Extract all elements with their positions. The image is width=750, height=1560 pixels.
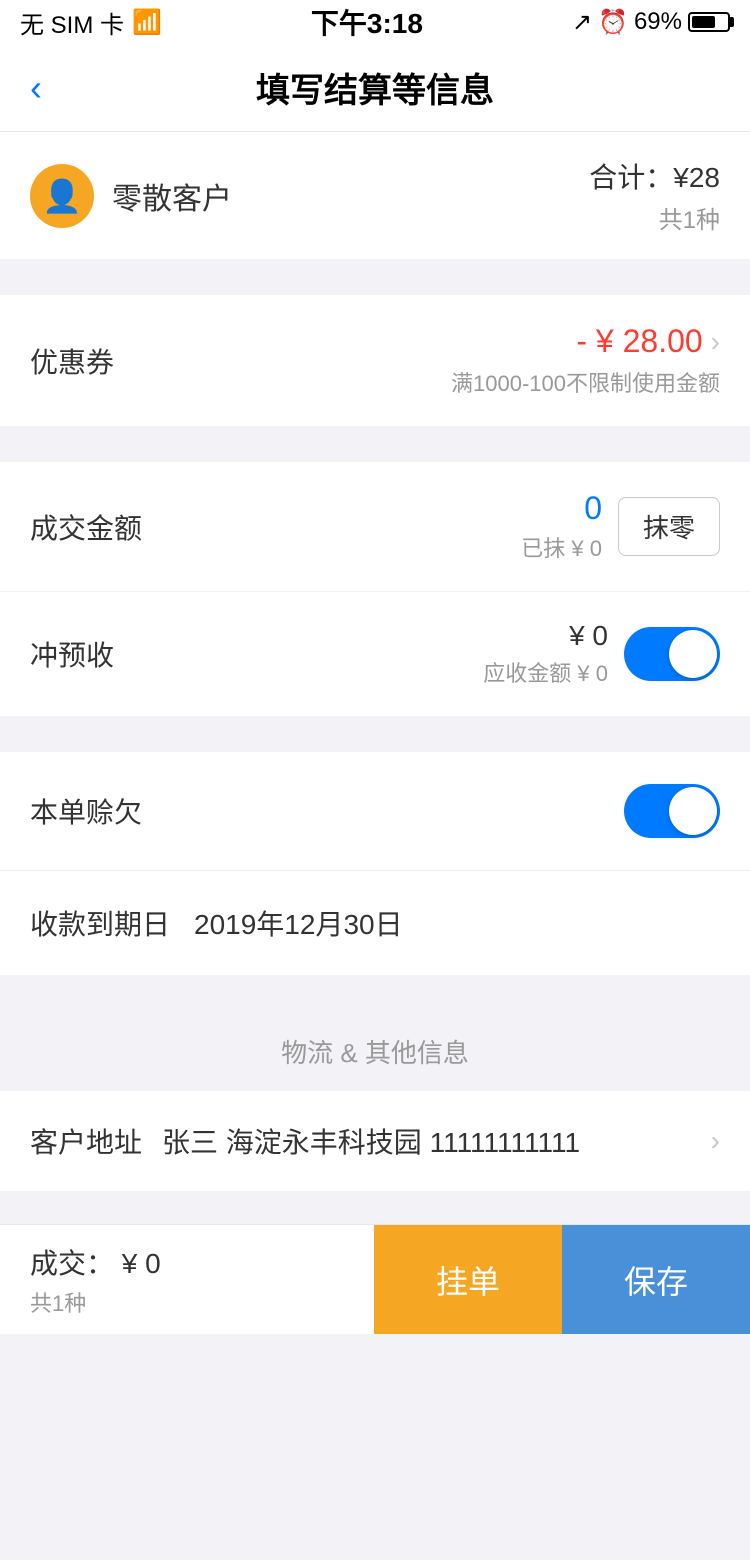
due-date-label: 收款到期日 — [30, 903, 170, 943]
pre-receive-right: ¥ 0 应收金额 ¥ 0 — [483, 620, 720, 688]
due-date-row[interactable]: 收款到期日 2019年12月30日 — [0, 871, 750, 975]
address-value: 张三 海淀永丰科技园 11111111111 — [162, 1121, 711, 1161]
logistics-header: 物流 & 其他信息 — [0, 1011, 750, 1091]
customer-name: 零散客户 — [112, 174, 232, 218]
address-section: 客户地址 张三 海淀永丰科技园 11111111111 › — [0, 1091, 750, 1192]
customer-right: 合计：¥28 共1种 — [589, 156, 720, 235]
deal-section: 成交金额 0 已抹 ¥ 0 抹零 冲预收 ¥ 0 应收金额 ¥ 0 — [0, 462, 750, 716]
carrier-text: 无 SIM 卡 — [20, 5, 124, 40]
debt-row: 本单赊欠 — [0, 752, 750, 871]
coupon-label: 优惠券 — [30, 341, 150, 381]
bottom-count: 共1种 — [30, 1286, 344, 1318]
pre-receive-toggle[interactable] — [624, 627, 720, 681]
total-amount: 合计：¥28 — [589, 156, 720, 196]
nav-bar: ‹ 填写结算等信息 — [0, 44, 750, 132]
save-button[interactable]: 保存 — [562, 1225, 750, 1334]
divider2 — [0, 444, 750, 462]
deal-amount-row: 成交金额 0 已抹 ¥ 0 抹零 — [0, 462, 750, 592]
debt-section: 本单赊欠 收款到期日 2019年12月30日 — [0, 752, 750, 975]
total-count: 共1种 — [589, 200, 720, 235]
coupon-section: 优惠券 - ¥ 28.00 › 满1000-100不限制使用金额 — [0, 295, 750, 426]
round-button[interactable]: 抹零 — [618, 497, 720, 556]
deal-amount-label: 成交金额 — [30, 507, 150, 547]
deal-amount-wrap: 0 已抹 ¥ 0 — [521, 490, 602, 563]
alarm-icon: ⏰ — [598, 8, 628, 37]
battery-fill — [692, 16, 715, 28]
battery-bar — [688, 12, 730, 32]
divider3 — [0, 734, 750, 752]
bottom-bar: 成交： ¥ 0 共1种 挂单 保存 — [0, 1224, 750, 1334]
avatar: 👤 — [30, 164, 94, 228]
coupon-value-wrap: - ¥ 28.00 › 满1000-100不限制使用金额 — [451, 323, 720, 398]
deal-sub: 已抹 ¥ 0 — [521, 531, 602, 563]
bottom-info: 成交： ¥ 0 共1种 — [0, 1225, 374, 1334]
page-title: 填写结算等信息 — [256, 63, 494, 112]
bottom-deal-text: 成交： ¥ 0 — [30, 1242, 344, 1282]
back-button[interactable]: ‹ — [30, 67, 42, 109]
divider1 — [0, 277, 750, 295]
bottom-deal-amount: ¥ 0 — [122, 1248, 161, 1279]
bottom-deal-label: 成交： — [30, 1248, 114, 1279]
customer-section: 👤 零散客户 合计：¥28 共1种 — [0, 132, 750, 259]
coupon-amount: - ¥ 28.00 — [576, 323, 702, 360]
pre-receive-row: 冲预收 ¥ 0 应收金额 ¥ 0 — [0, 592, 750, 716]
pre-amount: ¥ 0 — [569, 620, 608, 652]
address-label: 客户地址 — [30, 1121, 142, 1161]
status-time: 下午3:18 — [311, 2, 423, 42]
logistics-header-text: 物流 & 其他信息 — [281, 1033, 469, 1070]
bottom-spacer — [0, 1450, 750, 1560]
pre-receive-label: 冲预收 — [30, 634, 150, 674]
deal-amount-value: 0 — [584, 490, 602, 527]
battery-percent: 69% — [634, 8, 682, 36]
coupon-chevron: › — [711, 326, 720, 358]
status-right: ↗ ⏰ 69% — [572, 8, 730, 37]
hold-button[interactable]: 挂单 — [374, 1225, 562, 1334]
avatar-icon: 👤 — [42, 177, 82, 215]
status-left: 无 SIM 卡 📶 — [20, 5, 162, 40]
status-bar: 无 SIM 卡 📶 下午3:18 ↗ ⏰ 69% — [0, 0, 750, 44]
debt-toggle[interactable] — [624, 784, 720, 838]
toggle-knob — [669, 630, 717, 678]
due-date-value: 2019年12月30日 — [194, 903, 403, 943]
pre-sub: 应收金额 ¥ 0 — [483, 656, 608, 688]
coupon-row[interactable]: 优惠券 - ¥ 28.00 › 满1000-100不限制使用金额 — [0, 295, 750, 426]
pre-receive-wrap: ¥ 0 应收金额 ¥ 0 — [483, 620, 608, 688]
debt-toggle-knob — [669, 787, 717, 835]
wifi-icon: 📶 — [132, 8, 162, 37]
coupon-sub: 满1000-100不限制使用金额 — [451, 366, 720, 398]
customer-left: 👤 零散客户 — [30, 164, 232, 228]
address-chevron: › — [711, 1125, 720, 1157]
deal-amount-right: 0 已抹 ¥ 0 抹零 — [521, 490, 720, 563]
address-row[interactable]: 客户地址 张三 海淀永丰科技园 11111111111 › — [0, 1091, 750, 1192]
debt-label: 本单赊欠 — [30, 791, 150, 831]
divider4 — [0, 993, 750, 1011]
customer-row: 👤 零散客户 合计：¥28 共1种 — [0, 132, 750, 259]
location-icon: ↗ — [572, 8, 592, 37]
